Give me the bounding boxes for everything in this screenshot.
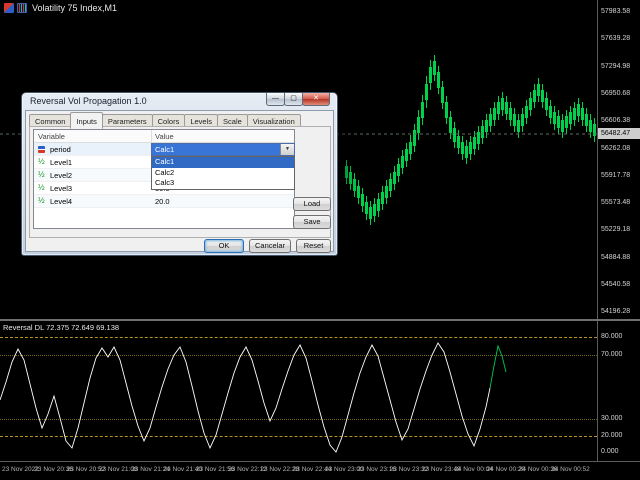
- dialog-title: Reversal Vol Propagation 1.0: [30, 96, 147, 106]
- chevron-down-icon[interactable]: ▼: [280, 144, 294, 155]
- price-axis[interactable]: 57983.58 57639.28 57294.98 56950.68 56606.38…: [597, 0, 640, 461]
- param-name: Level4: [50, 197, 73, 206]
- price-axis-label: 56950.68: [601, 89, 631, 97]
- reset-button[interactable]: Reset: [296, 239, 331, 253]
- enum-type-icon: [38, 146, 45, 153]
- double-type-icon: ½: [38, 157, 45, 166]
- save-button[interactable]: Save: [293, 215, 331, 229]
- maximize-button[interactable]: ▢: [284, 93, 303, 106]
- ok-button[interactable]: OK: [204, 239, 244, 253]
- subwindow-separator[interactable]: [0, 319, 640, 321]
- price-axis-label: 56262.08: [601, 144, 631, 152]
- indicator-properties-dialog: Reversal Vol Propagation 1.0 — ▢ ✕ Commo…: [21, 92, 338, 256]
- chart-icon: [17, 3, 27, 13]
- double-type-icon: ½: [38, 183, 45, 192]
- indicator-axis-label: 20.000: [601, 432, 623, 439]
- list-header: Variable Value: [34, 130, 294, 143]
- dropdown-option-calc3[interactable]: Calc3: [152, 178, 294, 189]
- combobox-value: Calc1: [155, 145, 175, 154]
- caption-buttons: — ▢ ✕: [266, 93, 330, 106]
- param-name: period: [50, 145, 71, 154]
- indicator-axis-label: 0.000: [601, 448, 619, 455]
- time-axis[interactable]: 23 Nov 2022 23 Nov 20:36 23 Nov 20:52 23 No…: [0, 461, 640, 480]
- period-combobox[interactable]: Calc1 ▼: [151, 143, 295, 156]
- indicator-line-chart: [0, 342, 507, 453]
- chart-titlebar: Volatility 75 Index,M1: [0, 0, 597, 16]
- double-type-icon: ½: [38, 170, 45, 179]
- price-axis-label: 55573.48: [601, 199, 631, 207]
- indicator-axis-label: 30.000: [601, 415, 623, 422]
- param-name: Level1: [50, 158, 73, 167]
- dialog-body: Common Inputs Parameters Colors Levels Scale V…: [25, 110, 334, 253]
- column-header-variable: Variable: [38, 132, 65, 141]
- price-axis-label: 57983.58: [601, 8, 631, 15]
- load-button[interactable]: Load: [293, 197, 331, 211]
- dropdown-option-calc1[interactable]: Calc1: [152, 157, 294, 168]
- mt5-chart-window: Volatility 75 Index,M1 Reversal DL 72.37…: [0, 0, 640, 480]
- indicator-subwindow[interactable]: Reversal DL 72.375 72.649 69.138: [0, 321, 597, 461]
- price-axis-label: 54884.88: [601, 253, 631, 261]
- indicator-axis-label: 80.000: [601, 333, 623, 340]
- column-header-value: Value: [155, 132, 174, 141]
- param-name: Level2: [50, 171, 73, 180]
- close-button[interactable]: ✕: [302, 93, 330, 106]
- column-divider: [151, 130, 152, 143]
- mt5-window-icon: [4, 3, 14, 13]
- chart-symbol-title: Volatility 75 Index,M1: [32, 3, 118, 13]
- price-axis-label: 54196.28: [601, 308, 631, 316]
- param-row-Level4[interactable]: ½ Level4 20.0: [34, 195, 294, 208]
- period-dropdown-list: Calc1 Calc2 Calc3: [151, 156, 295, 190]
- price-axis-label: 57639.28: [601, 35, 631, 43]
- minimize-button[interactable]: —: [266, 93, 285, 106]
- param-value[interactable]: 20.0: [155, 197, 170, 206]
- price-axis-label: 56606.38: [601, 117, 631, 125]
- price-axis-label: 55917.78: [601, 171, 631, 179]
- time-axis-label: 24 Nov 00:52: [551, 466, 590, 473]
- dropdown-option-calc2[interactable]: Calc2: [152, 168, 294, 179]
- price-axis-label: 55229.18: [601, 226, 631, 234]
- double-type-icon: ½: [38, 196, 45, 205]
- parameters-list[interactable]: Variable Value period Calc1 ½ Level1 ½ Level2…: [33, 129, 295, 229]
- cancel-button[interactable]: Cancelar: [249, 239, 291, 253]
- tab-inputs[interactable]: Inputs: [70, 112, 103, 129]
- indicator-name-label: Reversal DL 72.375 72.649 69.138: [3, 323, 120, 332]
- price-axis-label: 54540.58: [601, 281, 631, 288]
- current-price-tag: 56482.47: [598, 128, 640, 139]
- indicator-axis-label: 70.000: [601, 351, 623, 358]
- param-name: Level3: [50, 184, 73, 193]
- price-axis-label: 57294.98: [601, 62, 631, 70]
